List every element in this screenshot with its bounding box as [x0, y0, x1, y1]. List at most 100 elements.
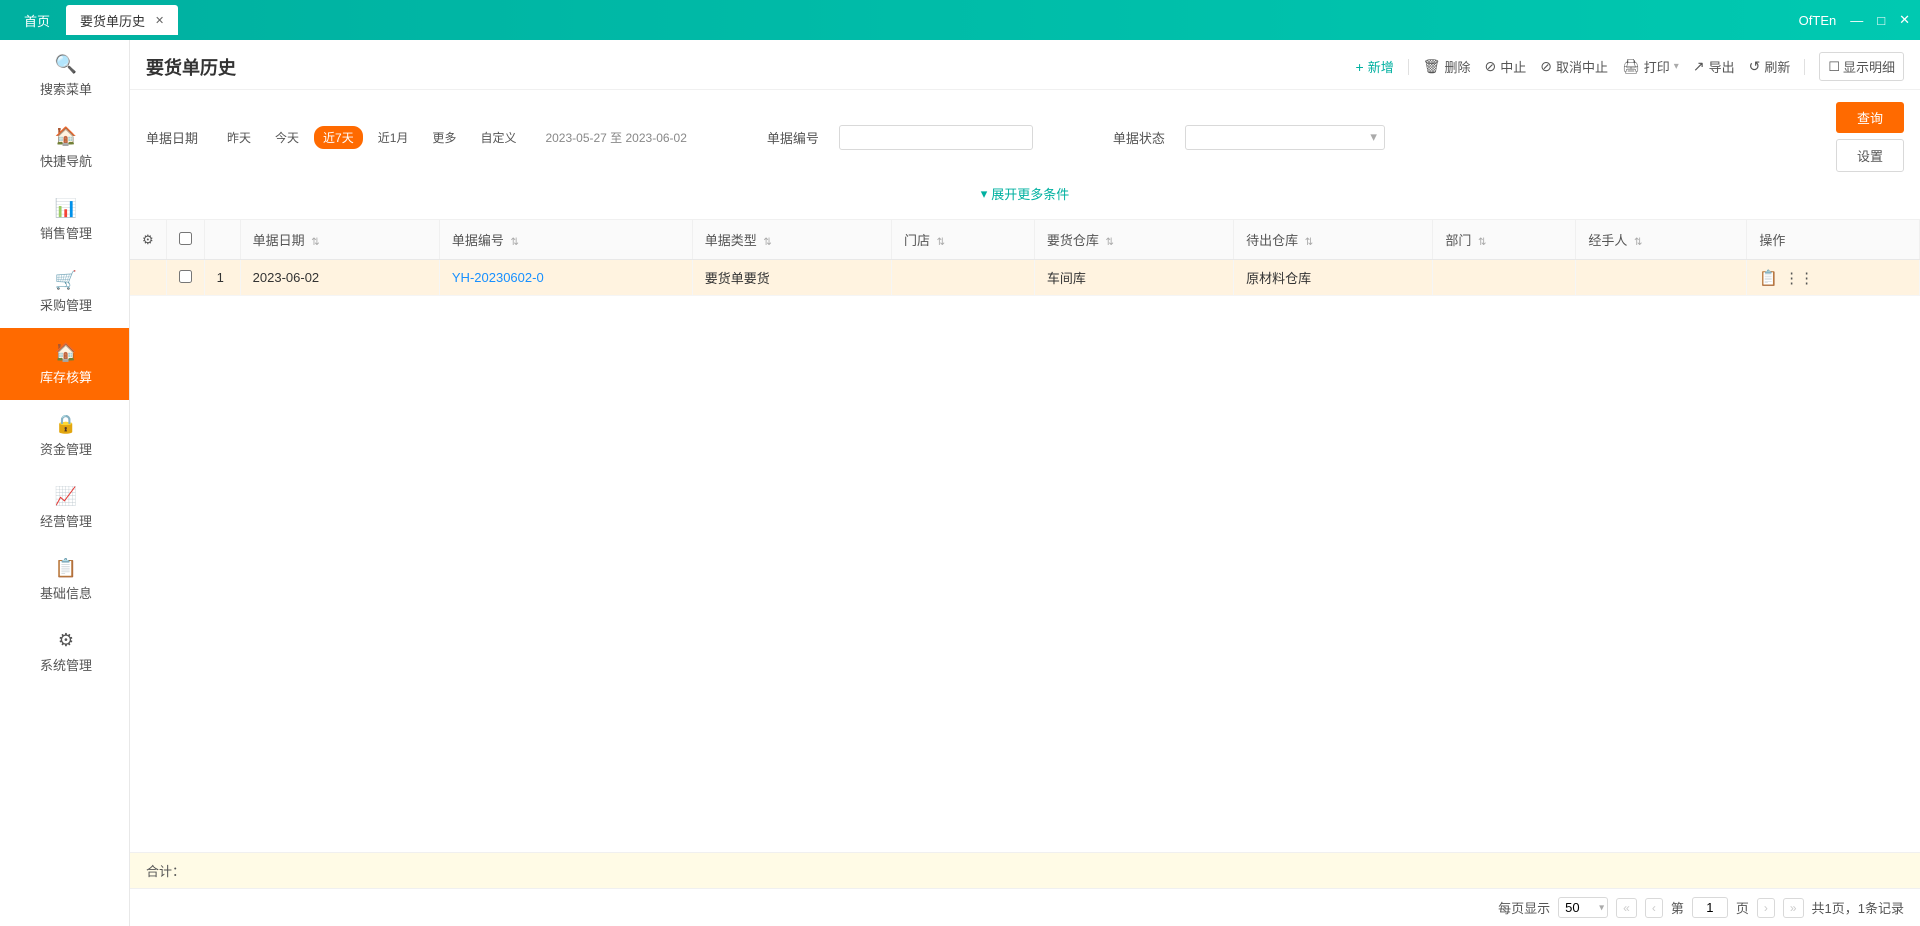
row-more-icon[interactable]: ⋮⋮ [1784, 269, 1814, 287]
th-type[interactable]: 单据类型 ⇅ [692, 220, 891, 260]
filter-actions: 查询 设置 [1836, 102, 1904, 172]
purchase-icon: 🛒 [55, 270, 77, 291]
td-handler [1576, 260, 1747, 296]
date-btn-more[interactable]: 更多 [423, 126, 465, 149]
next-page-button[interactable]: › [1757, 898, 1775, 918]
display-detail-button[interactable]: ☐ 显示明细 [1819, 52, 1904, 81]
basic-icon: 📋 [55, 558, 77, 579]
date-btn-custom[interactable]: 自定义 [471, 126, 525, 149]
docno-filter-input[interactable] [839, 125, 1033, 150]
sidebar-item-sales[interactable]: 📊 销售管理 [0, 184, 129, 256]
row-edit-icon[interactable]: 📋 [1759, 269, 1778, 287]
th-index [204, 220, 240, 260]
sidebar-item-operation[interactable]: 📈 经营管理 [0, 472, 129, 544]
top-bar-minimize[interactable]: — [1850, 13, 1863, 28]
print-dropdown-icon: ▾ [1674, 61, 1679, 72]
settings-button[interactable]: 设置 [1836, 139, 1904, 172]
toolbar-sep-2 [1804, 59, 1805, 75]
sidebar-item-purchase-label: 采购管理 [40, 295, 92, 314]
export-button[interactable]: ↗ 导出 [1693, 57, 1735, 76]
status-select-wrapper [1185, 125, 1385, 150]
top-bar-maximize[interactable]: □ [1877, 13, 1885, 28]
tab-home[interactable]: 首页 [10, 5, 64, 35]
td-department [1433, 260, 1576, 296]
stop-button[interactable]: ⊘ 中止 [1485, 57, 1527, 76]
sidebar-item-operation-label: 经营管理 [40, 511, 92, 530]
sidebar-item-purchase[interactable]: 🛒 采购管理 [0, 256, 129, 328]
export-label: 导出 [1709, 57, 1735, 76]
expand-icon: ▾ [981, 186, 988, 202]
row-checkbox[interactable] [179, 270, 192, 283]
delete-button[interactable]: 🗑 删除 [1423, 57, 1471, 76]
checkbox-icon: ☐ [1828, 59, 1840, 75]
cancel-stop-icon: ⊘ [1540, 58, 1552, 75]
th-actions: 操作 [1747, 220, 1920, 260]
page-header: 要货单历史 + 新增 🗑 删除 ⊘ 中止 [130, 40, 1920, 90]
sidebar-item-inventory-label: 库存核算 [40, 367, 92, 386]
top-bar-close[interactable]: ✕ [1899, 12, 1910, 28]
td-store [891, 260, 1034, 296]
filter-row-1: 单据日期 昨天 今天 近7天 近1月 更多 自定义 2023-05-27 至 2… [146, 102, 1904, 172]
th-department-label: 部门 [1445, 233, 1471, 248]
query-button[interactable]: 查询 [1836, 102, 1904, 133]
date-btn-today[interactable]: 今天 [266, 126, 308, 149]
sidebar-item-system-label: 系统管理 [40, 655, 92, 674]
th-req-warehouse[interactable]: 要货仓库 ⇅ [1034, 220, 1233, 260]
top-bar: 首页 要货单历史 ✕ OfTEn — □ ✕ [0, 0, 1920, 40]
refresh-button[interactable]: ↺ 刷新 [1749, 57, 1791, 76]
th-store[interactable]: 门店 ⇅ [891, 220, 1034, 260]
td-checkbox [166, 260, 204, 296]
status-filter-label: 单据状态 [1113, 128, 1165, 147]
th-handler[interactable]: 经手人 ⇅ [1576, 220, 1747, 260]
first-page-button[interactable]: « [1616, 898, 1637, 918]
page-input[interactable]: 1 [1692, 897, 1728, 918]
home-icon: 🏠 [55, 126, 77, 147]
sidebar-item-finance[interactable]: 🔒 资金管理 [0, 400, 129, 472]
prev-page-button[interactable]: ‹ [1645, 898, 1663, 918]
th-docno[interactable]: 单据编号 ⇅ [439, 220, 692, 260]
date-btn-yesterday[interactable]: 昨天 [218, 126, 260, 149]
top-bar-right: OfTEn — □ ✕ [1799, 12, 1910, 28]
td-index: 1 [204, 260, 240, 296]
th-handler-label: 经手人 [1588, 233, 1627, 248]
sales-icon: 📊 [55, 198, 77, 219]
date-btn-7days[interactable]: 近7天 [314, 126, 363, 149]
tab-close-icon[interactable]: ✕ [155, 14, 164, 27]
th-req-warehouse-label: 要货仓库 [1047, 233, 1099, 248]
data-table: ⚙ 单据日期 ⇅ 单据编号 [130, 220, 1920, 296]
date-range-display: 2023-05-27 至 2023-06-02 [545, 129, 686, 146]
sort-handler-icon: ⇅ [1634, 237, 1642, 248]
th-pending-warehouse[interactable]: 待出仓库 ⇅ [1234, 220, 1433, 260]
sidebar-item-search[interactable]: 🔍 搜索菜单 [0, 40, 129, 112]
expand-conditions-button[interactable]: ▾ 展开更多条件 [981, 180, 1070, 207]
per-page-select-wrapper: 10 20 50 100 [1558, 897, 1608, 918]
sidebar-item-basic[interactable]: 📋 基础信息 [0, 544, 129, 616]
gear-icon[interactable]: ⚙ [142, 232, 154, 247]
status-filter-select[interactable] [1185, 125, 1385, 150]
last-page-button[interactable]: » [1783, 898, 1804, 918]
tab-history[interactable]: 要货单历史 ✕ [66, 5, 178, 35]
th-docno-label: 单据编号 [452, 233, 504, 248]
top-bar-often[interactable]: OfTEn [1799, 13, 1837, 28]
sort-pending-warehouse-icon: ⇅ [1305, 237, 1313, 248]
td-docno: YH-20230602-0 [439, 260, 692, 296]
sidebar-item-shortcut[interactable]: 🏠 快捷导航 [0, 112, 129, 184]
new-button[interactable]: + 新增 [1356, 57, 1394, 76]
docno-link[interactable]: YH-20230602-0 [452, 270, 544, 285]
sidebar-item-finance-label: 资金管理 [40, 439, 92, 458]
select-all-checkbox[interactable] [179, 232, 192, 245]
date-btn-1month[interactable]: 近1月 [369, 126, 418, 149]
toolbar-sep-1 [1408, 59, 1409, 75]
inventory-icon: 🏠 [55, 342, 77, 363]
per-page-select[interactable]: 10 20 50 100 [1558, 897, 1608, 918]
sidebar-item-inventory[interactable]: 🏠 库存核算 [0, 328, 129, 400]
th-date[interactable]: 单据日期 ⇅ [240, 220, 439, 260]
th-department[interactable]: 部门 ⇅ [1433, 220, 1576, 260]
table-header-row: ⚙ 单据日期 ⇅ 单据编号 [130, 220, 1920, 260]
cancel-stop-label: 取消中止 [1556, 57, 1608, 76]
cancel-stop-button[interactable]: ⊘ 取消中止 [1540, 57, 1608, 76]
sidebar-item-basic-label: 基础信息 [40, 583, 92, 602]
print-button[interactable]: 🖨 打印 ▾ [1622, 57, 1679, 76]
sidebar-item-system[interactable]: ⚙ 系统管理 [0, 616, 129, 688]
per-page-label: 每页显示 [1498, 898, 1550, 917]
